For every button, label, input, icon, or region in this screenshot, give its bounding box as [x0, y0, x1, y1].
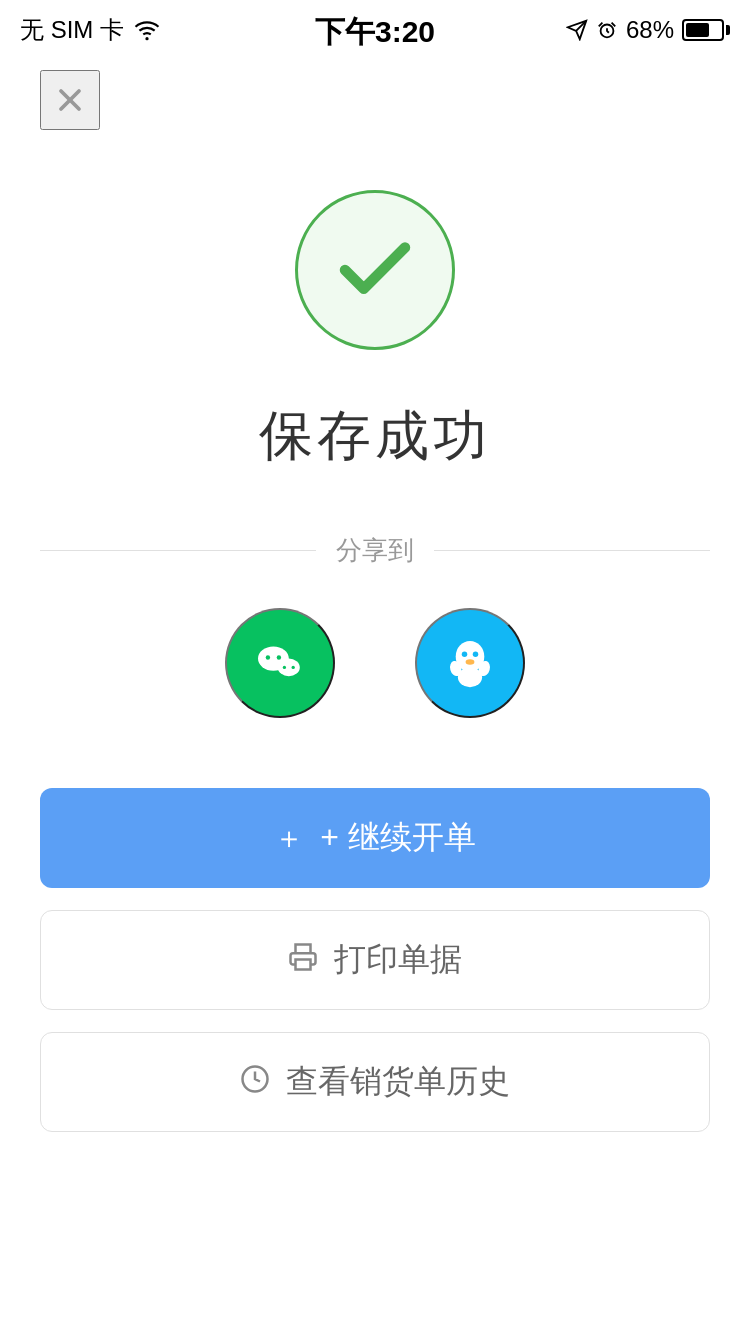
share-icons: [225, 608, 525, 718]
svg-rect-21: [296, 959, 311, 969]
status-bar: 无 SIM 卡 下午3:20 68%: [0, 0, 750, 60]
share-label: 分享到: [336, 533, 414, 568]
qq-icon: [437, 630, 503, 696]
wechat-icon: [247, 630, 313, 696]
divider-left: [40, 550, 316, 551]
location-icon: [566, 19, 588, 41]
svg-point-13: [292, 666, 295, 669]
wechat-share-button[interactable]: [225, 608, 335, 718]
clock-icon: [240, 1064, 270, 1101]
history-button[interactable]: 查看销货单历史: [40, 1032, 710, 1132]
share-section: 分享到: [40, 533, 710, 718]
sim-text: 无 SIM 卡: [20, 14, 124, 46]
qq-share-button[interactable]: [415, 608, 525, 718]
svg-point-11: [278, 659, 300, 677]
svg-point-15: [458, 667, 482, 687]
wifi-icon: [134, 17, 160, 43]
svg-point-9: [266, 655, 270, 659]
battery-percent: 68%: [626, 16, 674, 44]
svg-point-10: [277, 655, 281, 659]
plus-icon: ＋: [274, 818, 304, 859]
main-content: 保存成功 分享到: [0, 60, 750, 1334]
alarm-icon: [596, 19, 618, 41]
continue-order-label: + 继续开单: [320, 816, 476, 860]
svg-point-19: [473, 651, 479, 657]
divider-right: [434, 550, 710, 551]
status-right: 68%: [566, 16, 730, 44]
share-divider: 分享到: [40, 533, 710, 568]
svg-point-20: [466, 659, 475, 665]
continue-order-button[interactable]: ＋ + 继续开单: [40, 788, 710, 888]
print-label: 打印单据: [334, 938, 462, 982]
success-icon-circle: [295, 190, 455, 350]
history-label: 查看销货单历史: [286, 1060, 510, 1104]
status-left: 无 SIM 卡: [20, 14, 160, 46]
action-buttons: ＋ + 继续开单 打印单据 查看销货单历史: [40, 788, 710, 1132]
battery-icon: [682, 19, 730, 41]
svg-point-18: [462, 651, 468, 657]
status-time: 下午3:20: [315, 12, 435, 53]
checkmark-icon: [330, 225, 420, 315]
success-title: 保存成功: [259, 400, 491, 473]
svg-point-12: [283, 666, 286, 669]
close-button[interactable]: [40, 70, 100, 130]
printer-icon: [288, 942, 318, 979]
print-button[interactable]: 打印单据: [40, 910, 710, 1010]
